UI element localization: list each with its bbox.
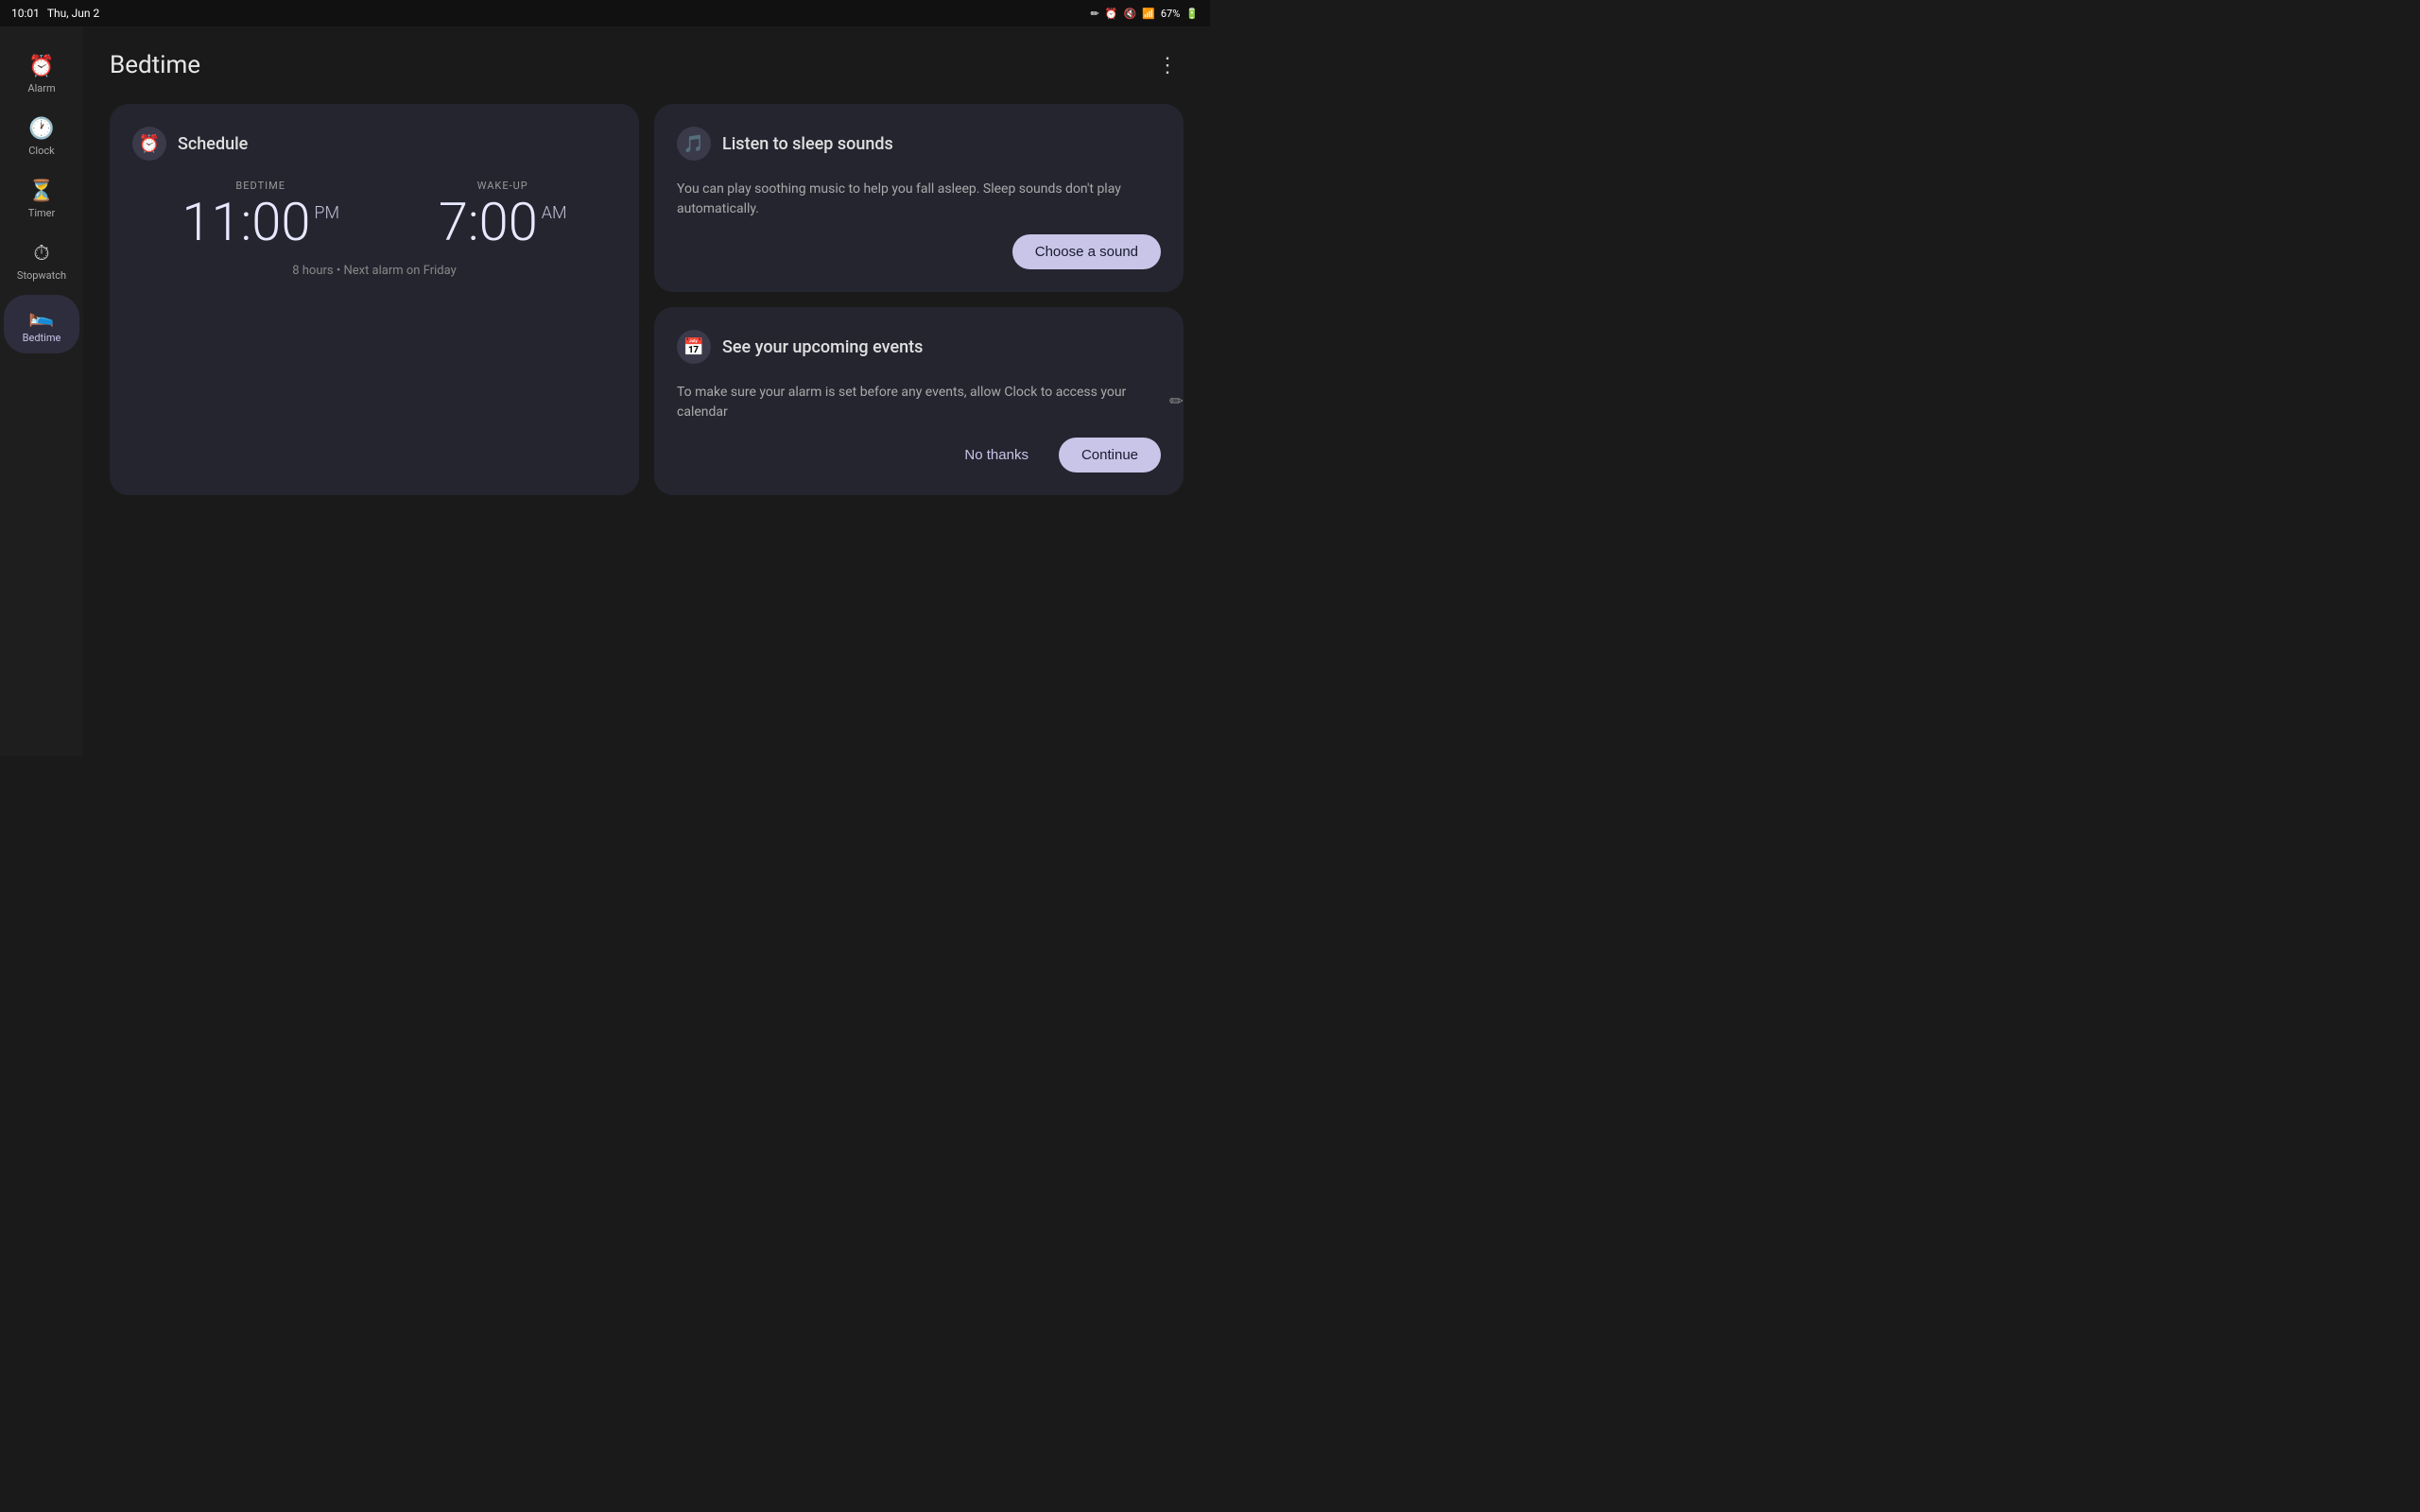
timer-nav-icon: ⏳ bbox=[28, 180, 54, 203]
sleep-sounds-title: Listen to sleep sounds bbox=[722, 134, 893, 154]
sleep-sounds-body: You can play soothing music to help you … bbox=[677, 180, 1161, 269]
sleep-sounds-header: 🎵 Listen to sleep sounds bbox=[677, 127, 1161, 161]
upcoming-events-body: To make sure your alarm is set before an… bbox=[677, 383, 1161, 472]
alarm-nav-icon: ⏰ bbox=[28, 55, 54, 78]
schedule-card-header: ⏰ Schedule bbox=[132, 127, 616, 161]
upcoming-events-title: See your upcoming events bbox=[722, 337, 923, 357]
upcoming-events-desc: To make sure your alarm is set before an… bbox=[677, 383, 1161, 422]
upcoming-events-header: 📅 See your upcoming events ✏ bbox=[677, 330, 1161, 364]
main-content: Bedtime ⋮ ⏰ Schedule BEDTIME 11:00 PM WA… bbox=[83, 26, 1210, 756]
times-row: BEDTIME 11:00 PM WAKE-UP 7:00 AM bbox=[132, 180, 616, 249]
sleep-sounds-actions: Choose a sound bbox=[677, 234, 1161, 269]
edit-icon: ✏ bbox=[1169, 391, 1184, 411]
page-title: Bedtime bbox=[110, 51, 200, 79]
bedtime-ampm: PM bbox=[314, 205, 339, 222]
sleep-sounds-icon: 🎵 bbox=[677, 127, 711, 161]
more-options-button[interactable]: ⋮ bbox=[1151, 49, 1184, 81]
wifi-icon: 📶 bbox=[1142, 8, 1155, 20]
bedtime-nav-icon: 🛌 bbox=[28, 304, 54, 328]
wakeup-value: 7:00 AM bbox=[439, 196, 567, 249]
sidebar: ⏰ Alarm 🕐 Clock ⏳ Timer ⏱ Stopwatch 🛌 Be… bbox=[0, 26, 83, 756]
alarm-icon: ⏰ bbox=[1105, 8, 1118, 20]
sidebar-item-stopwatch-label: Stopwatch bbox=[17, 269, 66, 282]
schedule-card-title: Schedule bbox=[178, 134, 248, 154]
wakeup-block[interactable]: WAKE-UP 7:00 AM bbox=[439, 180, 567, 249]
battery-text: 67% bbox=[1161, 8, 1180, 20]
sleep-sounds-desc: You can play soothing music to help you … bbox=[677, 180, 1161, 219]
sidebar-item-clock[interactable]: 🕐 Clock bbox=[4, 108, 79, 166]
schedule-card: ⏰ Schedule BEDTIME 11:00 PM WAKE-UP 7:00… bbox=[110, 104, 639, 495]
sidebar-item-timer-label: Timer bbox=[28, 207, 55, 219]
bedtime-block[interactable]: BEDTIME 11:00 PM bbox=[182, 180, 339, 249]
no-thanks-button[interactable]: No thanks bbox=[945, 438, 1047, 472]
sidebar-item-clock-label: Clock bbox=[28, 145, 54, 157]
content-grid: ⏰ Schedule BEDTIME 11:00 PM WAKE-UP 7:00… bbox=[110, 104, 1184, 495]
sidebar-item-bedtime-label: Bedtime bbox=[23, 332, 61, 344]
continue-button[interactable]: Continue bbox=[1059, 438, 1161, 472]
sidebar-item-bedtime[interactable]: 🛌 Bedtime bbox=[4, 295, 79, 353]
sidebar-item-alarm[interactable]: ⏰ Alarm bbox=[4, 45, 79, 104]
wakeup-hour: 7:00 bbox=[439, 196, 538, 249]
upcoming-events-card: 📅 See your upcoming events ✏ To make sur… bbox=[654, 307, 1184, 495]
schedule-info: 8 hours • Next alarm on Friday bbox=[132, 264, 616, 278]
pencil-icon: ✏ bbox=[1091, 8, 1099, 20]
upcoming-events-actions: No thanks Continue bbox=[677, 438, 1161, 472]
wakeup-ampm: AM bbox=[542, 205, 567, 222]
sidebar-item-timer[interactable]: ⏳ Timer bbox=[4, 170, 79, 229]
sidebar-item-stopwatch[interactable]: ⏱ Stopwatch bbox=[4, 232, 79, 291]
sidebar-item-alarm-label: Alarm bbox=[27, 82, 55, 94]
upcoming-events-icon: 📅 bbox=[677, 330, 711, 364]
clock-nav-icon: 🕐 bbox=[28, 117, 54, 141]
page-header: Bedtime ⋮ bbox=[110, 49, 1184, 81]
schedule-icon: ⏰ bbox=[132, 127, 166, 161]
status-time: 10:01 bbox=[11, 7, 40, 20]
battery-icon: 🔋 bbox=[1185, 8, 1199, 20]
status-right: ✏ ⏰ 🔇 📶 67% 🔋 bbox=[1091, 8, 1199, 20]
status-date: Thu, Jun 2 bbox=[47, 7, 99, 20]
sleep-sounds-card: 🎵 Listen to sleep sounds You can play so… bbox=[654, 104, 1184, 292]
stopwatch-nav-icon: ⏱ bbox=[33, 242, 49, 266]
choose-sound-button[interactable]: Choose a sound bbox=[1012, 234, 1161, 269]
bedtime-hour: 11:00 bbox=[182, 196, 310, 249]
right-column: 🎵 Listen to sleep sounds You can play so… bbox=[654, 104, 1184, 495]
status-bar: 10:01 Thu, Jun 2 ✏ ⏰ 🔇 📶 67% 🔋 bbox=[0, 0, 1210, 26]
status-left: 10:01 Thu, Jun 2 bbox=[11, 7, 99, 20]
mute-icon: 🔇 bbox=[1123, 8, 1136, 20]
bedtime-value: 11:00 PM bbox=[182, 196, 339, 249]
